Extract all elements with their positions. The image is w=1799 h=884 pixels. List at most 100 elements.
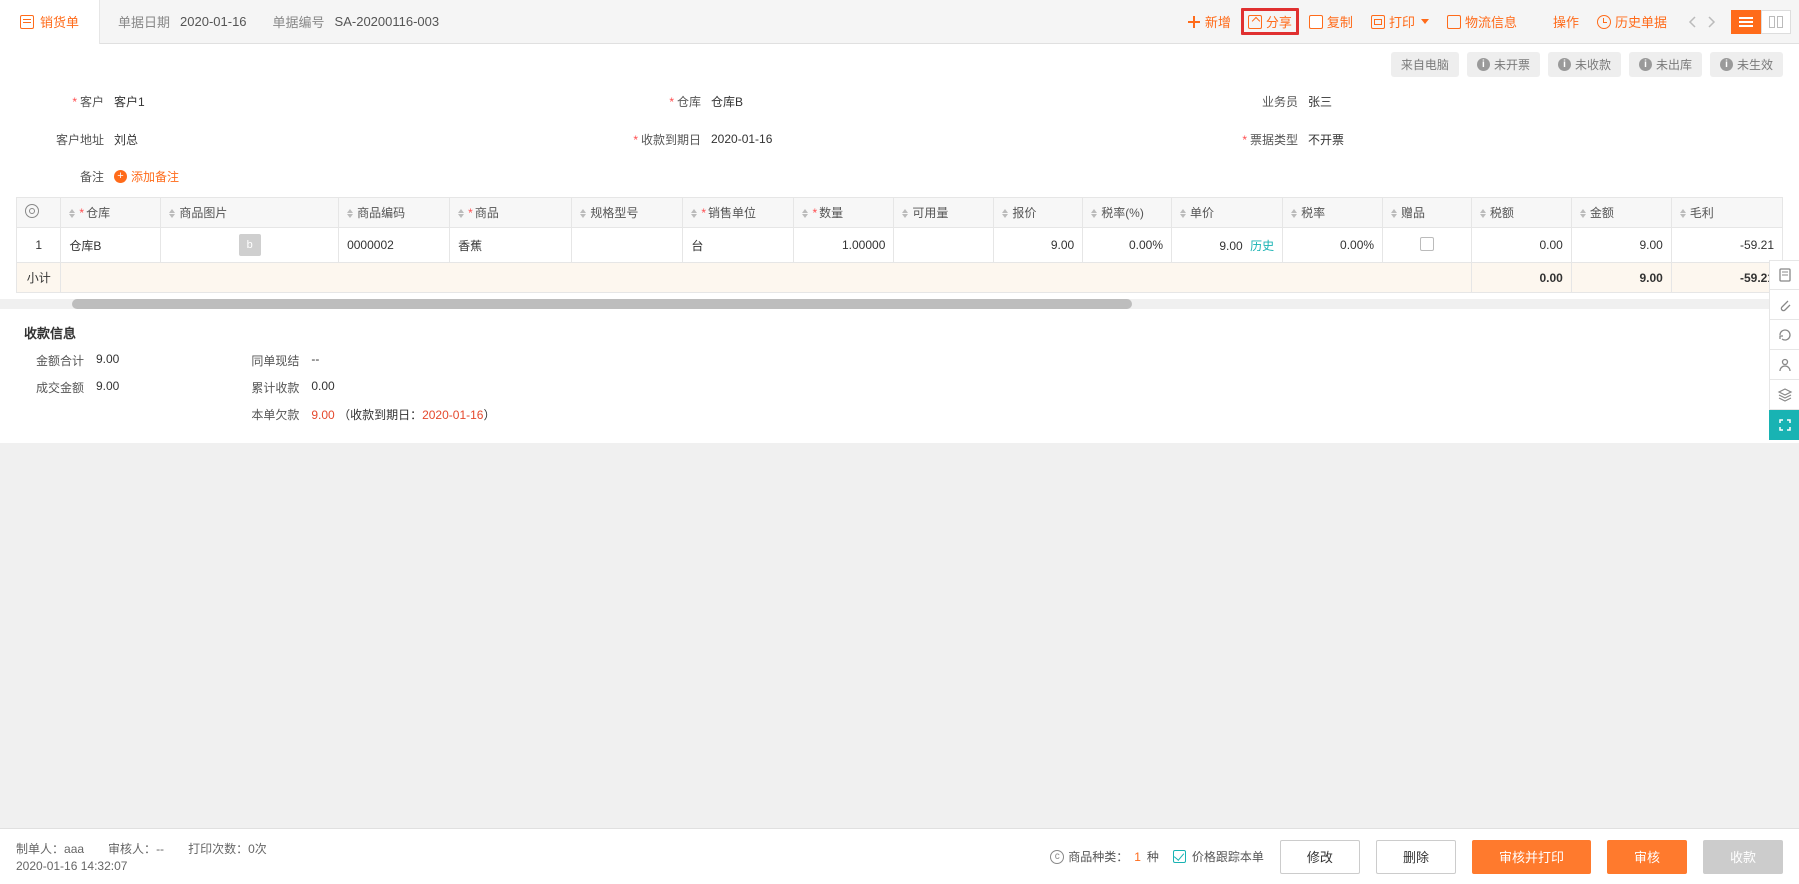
row-image[interactable]: b: [161, 228, 339, 263]
col-profit[interactable]: 毛利: [1671, 198, 1782, 228]
footer-datetime: 2020-01-16 14:32:07: [16, 859, 127, 873]
warehouse-value[interactable]: 仓库B: [711, 93, 743, 110]
cum-row: 累计收款 0.00: [239, 379, 495, 396]
col-amount[interactable]: 金额: [1571, 198, 1671, 228]
row-gift[interactable]: [1383, 228, 1472, 263]
col-product[interactable]: *商品: [450, 198, 572, 228]
col-tax[interactable]: 税额: [1471, 198, 1571, 228]
owe-row: 本单欠款 9.00 （收款到期日：2020-01-16）: [239, 406, 495, 423]
history-button[interactable]: 历史单据: [1589, 8, 1675, 35]
col-code[interactable]: 商品编码: [339, 198, 450, 228]
table-header-row: *仓库 商品图片 商品编码 *商品 规格型号 *销售单位 *数量 可用量 报价 …: [17, 198, 1783, 228]
col-available[interactable]: 可用量: [894, 198, 994, 228]
audit-button[interactable]: 审核: [1607, 840, 1687, 874]
col-spec[interactable]: 规格型号: [572, 198, 683, 228]
view-list-button[interactable]: [1731, 10, 1761, 34]
rail-expand-button[interactable]: [1769, 410, 1799, 440]
unpaid-pill[interactable]: i 未收款: [1548, 52, 1621, 77]
row-amount: 9.00: [1571, 228, 1671, 263]
row-sale-unit[interactable]: 台: [683, 228, 794, 263]
history-nav: [1683, 10, 1721, 34]
uninvoiced-pill[interactable]: i 未开票: [1467, 52, 1540, 77]
new-button[interactable]: 新增: [1179, 8, 1239, 35]
total-row: 金额合计 9.00: [24, 352, 119, 369]
view-split-button[interactable]: [1761, 10, 1791, 34]
same-value: --: [311, 352, 319, 369]
items-table: *仓库 商品图片 商品编码 *商品 规格型号 *销售单位 *数量 可用量 报价 …: [16, 197, 1783, 293]
footer-meta: 制单人：aaa 审核人：-- 打印次数：0次 2020-01-16 14:32:…: [16, 840, 267, 873]
active-tab[interactable]: 销货单: [0, 0, 100, 44]
rail-refresh-button[interactable]: [1769, 320, 1799, 350]
row-price[interactable]: 9.00 历史: [1172, 228, 1283, 263]
scrollbar-thumb[interactable]: [72, 299, 1132, 309]
items-table-wrap: *仓库 商品图片 商品编码 *商品 规格型号 *销售单位 *数量 可用量 报价 …: [0, 197, 1799, 299]
col-image[interactable]: 商品图片: [161, 198, 339, 228]
row-code[interactable]: 0000002: [339, 228, 450, 263]
checkbox-checked-icon: [1173, 850, 1186, 863]
view-toggle: [1731, 10, 1791, 34]
col-taxrate[interactable]: 税率: [1283, 198, 1383, 228]
rail-user-button[interactable]: [1769, 350, 1799, 380]
collect-button: 收款: [1703, 840, 1783, 874]
table-row[interactable]: 1 仓库B b 0000002 香蕉 台 1.00000 9.00 0.00% …: [17, 228, 1783, 263]
truck-icon: [1447, 15, 1461, 29]
next-record-button[interactable]: [1703, 10, 1721, 34]
row-discount[interactable]: 0.00%: [1083, 228, 1172, 263]
invoice-value[interactable]: 不开票: [1308, 131, 1344, 148]
col-sale-unit[interactable]: *销售单位: [683, 198, 794, 228]
ops-button[interactable]: 操作: [1527, 8, 1587, 35]
info-icon: i: [1558, 58, 1571, 71]
copy-icon: [1309, 15, 1323, 29]
subtotal-tax: 0.00: [1471, 263, 1571, 293]
prev-record-button[interactable]: [1683, 10, 1701, 34]
clock-icon: [1597, 15, 1611, 29]
expand-icon: [1777, 417, 1793, 433]
subtotal-row: 小计 0.00 9.00 -59.21: [17, 263, 1783, 293]
rail-attach-button[interactable]: [1769, 290, 1799, 320]
row-taxrate[interactable]: 0.00%: [1283, 228, 1383, 263]
col-warehouse[interactable]: *仓库: [61, 198, 161, 228]
col-discount[interactable]: 税率(%): [1083, 198, 1172, 228]
rail-note-button[interactable]: [1769, 260, 1799, 290]
print-button[interactable]: 打印: [1363, 8, 1437, 35]
salesman-value[interactable]: 张三: [1308, 93, 1332, 110]
empty-area: [0, 443, 1799, 828]
modify-button[interactable]: 修改: [1280, 840, 1360, 874]
tab-title: 销货单: [40, 12, 79, 31]
info-icon: i: [1477, 58, 1490, 71]
rail-stack-button[interactable]: [1769, 380, 1799, 410]
inactive-pill[interactable]: i 未生效: [1710, 52, 1783, 77]
addr-value[interactable]: 刘总: [114, 131, 138, 148]
due-value[interactable]: 2020-01-16: [711, 132, 772, 146]
col-price[interactable]: 单价: [1172, 198, 1283, 228]
audit-print-button[interactable]: 审核并打印: [1472, 840, 1591, 874]
delete-button[interactable]: 删除: [1376, 840, 1456, 874]
unshipped-pill[interactable]: i 未出库: [1629, 52, 1702, 77]
col-gift[interactable]: 赠品: [1383, 198, 1472, 228]
customer-value[interactable]: 客户1: [114, 93, 145, 110]
copy-button[interactable]: 复制: [1301, 8, 1361, 35]
row-available: [894, 228, 994, 263]
price-history-link[interactable]: 历史: [1250, 239, 1274, 253]
doc-date-label: 单据日期: [118, 12, 170, 31]
info-icon: i: [1720, 58, 1733, 71]
doc-date: 2020-01-16: [180, 14, 247, 29]
settings-header[interactable]: [17, 198, 61, 228]
logistics-button[interactable]: 物流信息: [1439, 8, 1525, 35]
price-follow-toggle[interactable]: 价格跟踪本单: [1173, 848, 1264, 865]
header-form: *客户 客户1 *仓库 仓库B 业务员 张三 客户地址 刘总 *收款到期日 20…: [0, 77, 1799, 197]
row-product[interactable]: 香蕉: [450, 228, 572, 263]
col-quote[interactable]: 报价: [994, 198, 1083, 228]
col-qty[interactable]: *数量: [794, 198, 894, 228]
grid-icon: [1535, 15, 1549, 29]
row-warehouse[interactable]: 仓库B: [61, 228, 161, 263]
row-spec[interactable]: [572, 228, 683, 263]
add-remark-button[interactable]: + 添加备注: [114, 168, 179, 185]
table-horizontal-scrollbar[interactable]: [16, 299, 1783, 309]
row-qty[interactable]: 1.00000: [794, 228, 894, 263]
share-button[interactable]: 分享: [1241, 8, 1299, 35]
same-row: 同单现结 --: [239, 352, 495, 369]
row-quote[interactable]: 9.00: [994, 228, 1083, 263]
status-bar: 来自电脑 i 未开票 i 未收款 i 未出库 i 未生效: [0, 44, 1799, 77]
list-icon: [1739, 17, 1753, 27]
